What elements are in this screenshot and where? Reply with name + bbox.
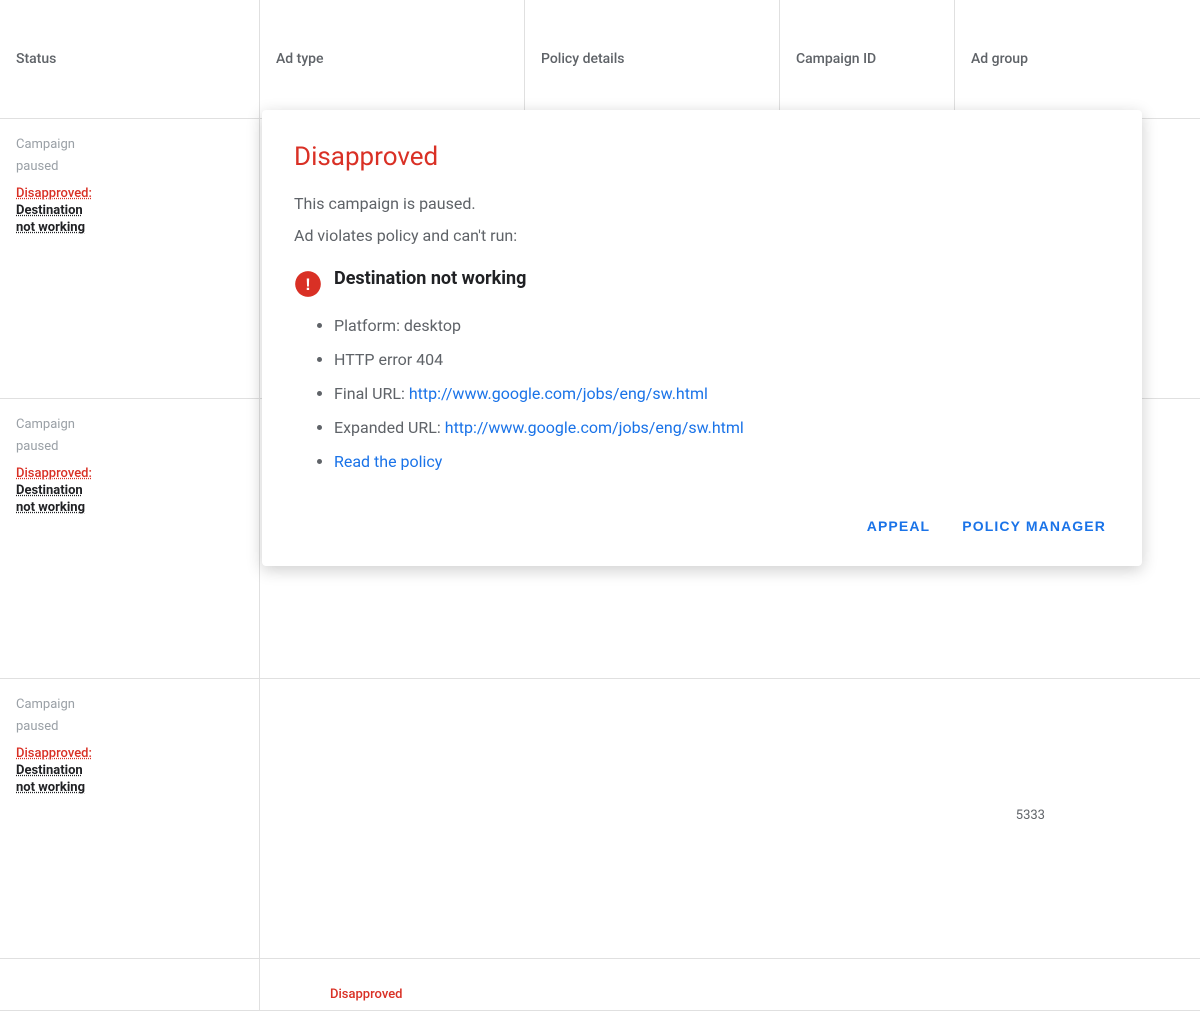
final-url-prefix: Final URL: [334,384,409,403]
row1-disapproved-label[interactable]: Disapproved: [16,186,243,201]
row1-campaign-label: Campaign [16,135,243,155]
error-circle-icon: ! [294,270,322,298]
row2-not-working-label[interactable]: not working [16,500,243,515]
http-error-item: HTTP error 404 [334,350,443,369]
row3-destination-label[interactable]: Destination [16,763,243,778]
policy-items-list: Platform: desktop HTTP error 404 Final U… [294,314,1110,474]
col-header-adtype: Ad type [260,0,525,118]
policy-issue-section: ! Destination not working [294,268,1110,298]
row2-campaign-label: Campaign [16,415,243,435]
platform-item: Platform: desktop [334,316,461,335]
list-item: Platform: desktop [334,314,1110,338]
col-header-adgroup: Ad group [955,0,1200,118]
col-header-campaign-id: Campaign ID [780,0,955,118]
list-item: Read the policy [334,450,1110,474]
popup-actions: APPEAL POLICY MANAGER [294,494,1110,542]
col-header-policy: Policy details [525,0,780,118]
row2-destination-label[interactable]: Destination [16,483,243,498]
row1-paused-label: paused [16,157,243,177]
row4-disapproved-label[interactable]: Disapproved [330,987,402,1002]
appeal-button[interactable]: APPEAL [863,510,935,542]
row3-campaign-id: 5333 [1016,808,1045,823]
row2-status-cell: Campaign paused Disapproved: Destination… [0,399,260,678]
row1-not-working-label[interactable]: not working [16,220,243,235]
row3-not-working-label[interactable]: not working [16,780,243,795]
row3-paused-label: paused [16,717,243,737]
expanded-url-link[interactable]: http://www.google.com/jobs/eng/sw.html [445,418,744,437]
row3-campaign-label: Campaign [16,695,243,715]
table-row-partial: Disapproved [0,959,1200,1011]
policy-issue-title: Destination not working [334,268,526,289]
list-item: Expanded URL: http://www.google.com/jobs… [334,416,1110,440]
row2-paused-label: paused [16,437,243,457]
popup-title: Disapproved [294,142,1110,172]
list-item: Final URL: http://www.google.com/jobs/en… [334,382,1110,406]
row1-destination-label[interactable]: Destination [16,203,243,218]
svg-text:!: ! [305,276,310,294]
read-policy-link[interactable]: Read the policy [334,452,442,471]
row2-disapproved-label[interactable]: Disapproved: [16,466,243,481]
row3-status-cell: Campaign paused Disapproved: Destination… [0,679,260,958]
popup-subtitle1: This campaign is paused. [294,192,1110,216]
popup-subtitle2: Ad violates policy and can't run: [294,224,1110,248]
expanded-url-prefix: Expanded URL: [334,418,445,437]
table-header: Status Ad type Policy details Campaign I… [0,0,1200,119]
col-header-status: Status [0,0,260,118]
policy-manager-button[interactable]: POLICY MANAGER [958,510,1110,542]
row3-disapproved-label[interactable]: Disapproved: [16,746,243,761]
row3-rest [260,679,1200,958]
row4-rest: Disapproved [260,959,1200,1010]
policy-popup: Disapproved This campaign is paused. Ad … [262,110,1142,566]
row1-status-cell: Campaign paused Disapproved: Destination… [0,119,260,398]
row4-status-cell [0,959,260,1010]
list-item: HTTP error 404 [334,348,1110,372]
final-url-link[interactable]: http://www.google.com/jobs/eng/sw.html [409,384,708,403]
